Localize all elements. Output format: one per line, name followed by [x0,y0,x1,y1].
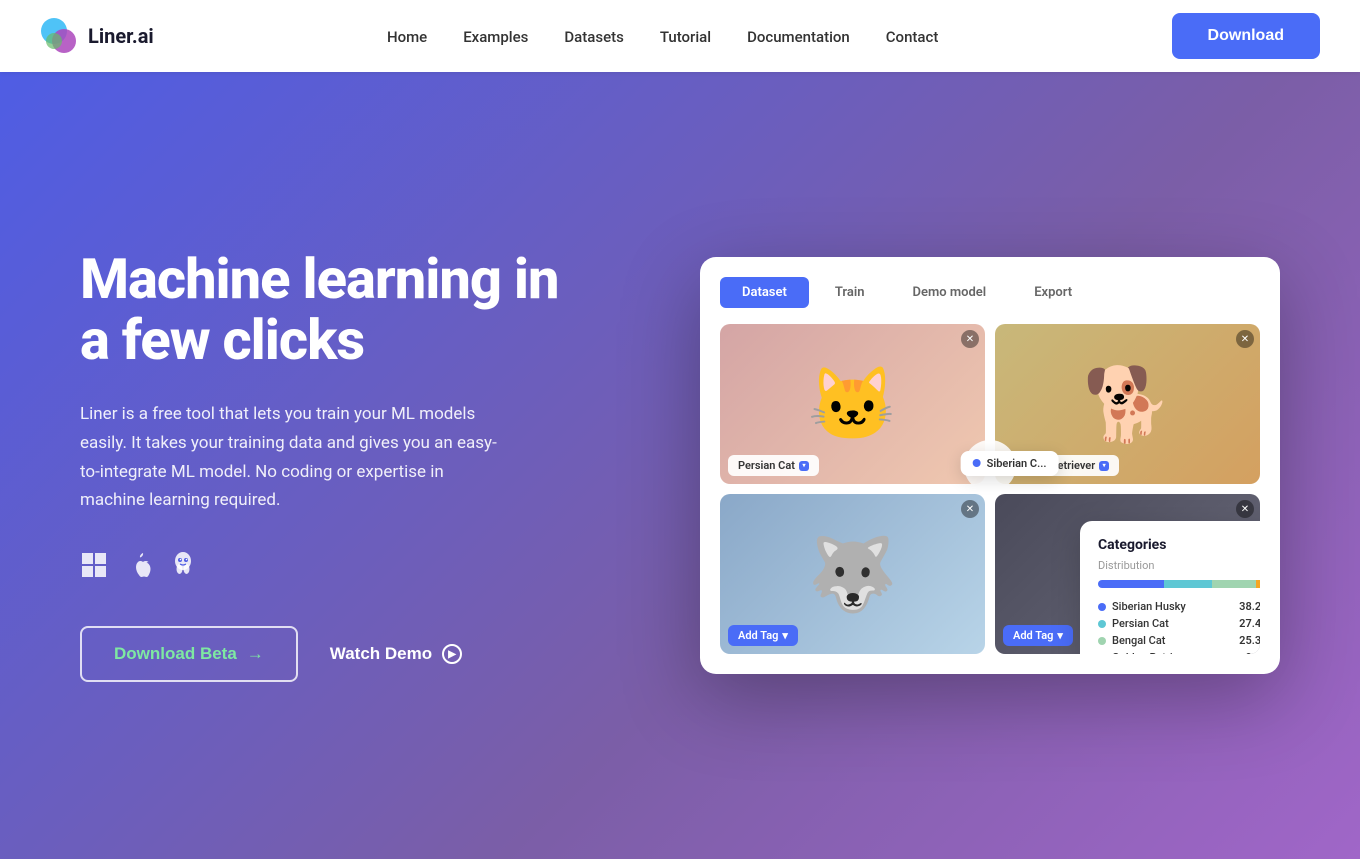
image-card-husky: 🐺 ✕ Add Tag ▾ Prediction Husky 71% [720,494,985,654]
nav-datasets[interactable]: Datasets [564,28,623,46]
distribution-bar [1098,580,1260,588]
linux-icon [170,551,196,586]
persian-cat-dropdown[interactable]: ▾ [799,461,809,471]
download-beta-arrow: → [247,644,264,664]
cat-name-husky: Siberian Husky [1098,600,1239,613]
cat-row-0: Siberian Husky 38.2 % [1098,600,1260,613]
watch-demo-button[interactable]: Watch Demo ▶ [330,644,462,664]
windows-icon [80,551,108,586]
golden-retriever-dropdown[interactable]: ▾ [1099,461,1109,471]
close-black-dog[interactable]: ✕ [1236,500,1254,518]
add-tag-black-dog-label: Add Tag [1013,629,1053,642]
cat-name-persian: Persian Cat [1098,617,1239,630]
image-card-cat: 🐱 ✕ Persian Cat ▾ [720,324,985,484]
mockup-tabs: Dataset Train Demo model Export [720,277,1260,308]
dist-seg-bengal [1212,580,1256,588]
nav-documentation[interactable]: Documentation [747,28,850,46]
cat-name-bengal: Bengal Cat [1098,634,1239,647]
hero-content: Machine learning in a few clicks Liner i… [80,249,600,683]
dist-seg-persian [1164,580,1212,588]
nav-tutorial[interactable]: Tutorial [660,28,711,46]
categories-title: Categories [1098,537,1260,553]
siberian-tooltip: Siberian C... [961,451,1059,476]
hero-mockup: Dataset Train Demo model Export 🐱 ✕ Pers… [600,257,1280,674]
nav-links: Home Examples Datasets Tutorial Document… [387,27,938,46]
cat-dot-persian [1098,620,1106,628]
hero-section: Machine learning in a few clicks Liner i… [0,72,1360,859]
tag-persian-cat[interactable]: Persian Cat ▾ [728,455,819,476]
navbar: Liner.ai Home Examples Datasets Tutorial… [0,0,1360,72]
tab-train[interactable]: Train [813,277,887,308]
cat-pct-husky: 38.2 % [1239,600,1260,613]
app-mockup: Dataset Train Demo model Export 🐱 ✕ Pers… [700,257,1280,674]
hero-subtitle: Liner is a free tool that lets you train… [80,400,510,516]
dist-seg-golden [1256,580,1260,588]
nav-contact[interactable]: Contact [886,28,939,46]
siberian-dot [973,459,981,467]
add-tag-black-dog[interactable]: Add Tag ▾ [1003,625,1073,646]
download-beta-button[interactable]: Download Beta → [80,626,298,682]
brand-name: Liner.ai [88,24,154,48]
cat-dot-golden [1098,654,1106,655]
hero-actions: Download Beta → Watch Demo ▶ [80,626,600,682]
tab-export[interactable]: Export [1012,277,1094,308]
cat-name-golden: Golden Retriever [1098,651,1245,654]
close-husky[interactable]: ✕ [961,500,979,518]
cat-pct-golden: 9.1 % [1245,651,1260,654]
distribution-label: Distribution [1098,559,1260,572]
watch-demo-label: Watch Demo [330,644,432,664]
add-tag-husky[interactable]: Add Tag ▾ [728,625,798,646]
categories-card: Categories Distribution Siberian Husky [1080,521,1260,654]
cat-dot-bengal [1098,637,1106,645]
add-tag-husky-label: Add Tag [738,629,778,642]
nav-examples[interactable]: Examples [463,28,528,46]
dist-seg-husky [1098,580,1164,588]
siberian-label: Siberian C... [987,457,1047,470]
persian-cat-label: Persian Cat [738,459,795,472]
play-icon: ▶ [442,644,462,664]
close-cat[interactable]: ✕ [961,330,979,348]
cat-row-1: Persian Cat 27.4 % [1098,617,1260,630]
add-tag-dropdown-icon: ▾ [782,629,788,642]
cat-row-2: Bengal Cat 25.3 % [1098,634,1260,647]
nav-download-button[interactable]: Download [1172,13,1320,59]
close-golden[interactable]: ✕ [1236,330,1254,348]
tab-demo-model[interactable]: Demo model [891,277,1009,308]
os-icons [80,551,600,586]
image-card-black-dog: 🐾 ✕ Add Tag ▾ Categories Distribution [995,494,1260,654]
cat-dot-husky [1098,603,1106,611]
nav-home[interactable]: Home [387,28,427,46]
cat-pct-bengal: 25.3 % [1239,634,1260,647]
download-beta-label: Download Beta [114,644,237,664]
logo-icon [40,17,78,55]
hero-title: Machine learning in a few clicks [80,249,600,372]
brand-logo[interactable]: Liner.ai [40,17,154,55]
tab-dataset[interactable]: Dataset [720,277,809,308]
apple-icon [126,551,152,586]
cat-pct-persian: 27.4 % [1239,617,1260,630]
add-tag-dropdown2-icon: ▾ [1057,629,1063,642]
cat-row-3: Golden Retriever 9.1 % [1098,651,1260,654]
